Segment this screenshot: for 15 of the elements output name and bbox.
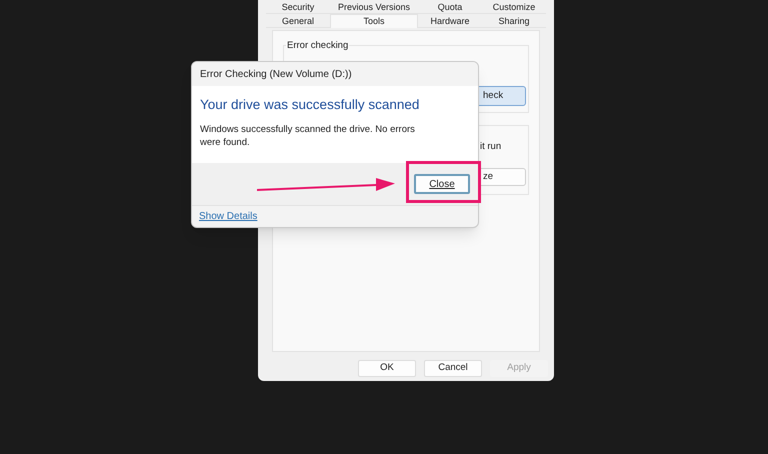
close-button[interactable]: Close [414, 174, 470, 194]
dialog-title: Error Checking (New Volume (D:)) [192, 62, 478, 86]
dialog-heading: Your drive was successfully scanned [200, 96, 420, 114]
arrow-icon [256, 176, 396, 193]
dialog-message: Windows successfully scanned the drive. No errors were found. [200, 123, 416, 150]
tab[interactable]: Quota [418, 0, 482, 14]
tab[interactable]: Tools [330, 14, 418, 28]
tab[interactable]: Hardware [418, 14, 482, 28]
dialog-button[interactable]: Cancel [424, 360, 482, 377]
tab[interactable]: Customize [482, 0, 546, 14]
tab[interactable]: Security [266, 0, 330, 14]
dialog-button[interactable]: OK [358, 360, 416, 377]
group-text: it run [480, 140, 502, 154]
show-details-link[interactable]: Show Details [199, 209, 258, 224]
tab[interactable]: Sharing [482, 14, 546, 28]
